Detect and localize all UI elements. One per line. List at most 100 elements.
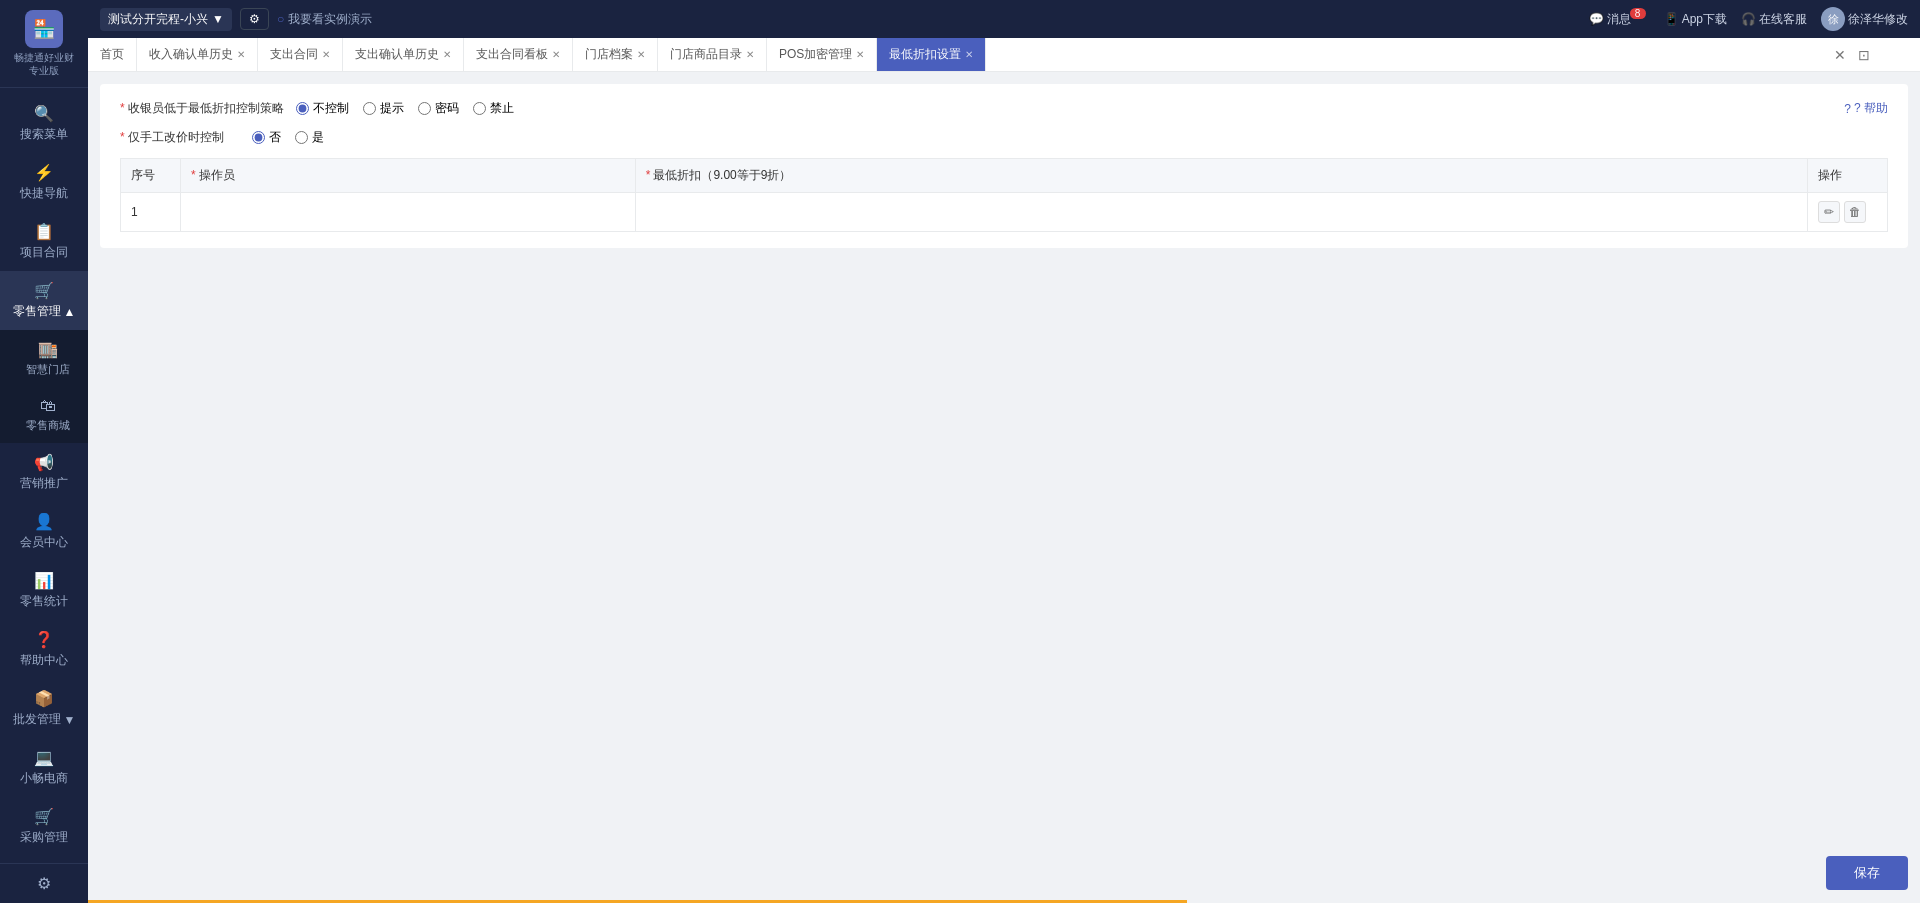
question-icon: ? [1844,102,1851,116]
sidebar-logo: 🏪 畅捷通好业财 专业版 [0,0,88,88]
sidebar-item-wholesale[interactable]: 📦 批发管理 ▼ [0,679,88,738]
sidebar-item-ecommerce[interactable]: 💻 小畅电商 [0,738,88,797]
manual-price-row: *仅手工改价时控制 否 是 [120,129,1888,146]
lightning-icon: ⚡ [34,163,54,182]
tabbar: 首页 收入确认单历史 ✕ 支出合同 ✕ 支出确认单历史 ✕ 支出合同看板 ✕ 门… [88,38,1920,72]
tab-pos-password[interactable]: POS加密管理 ✕ [767,38,877,71]
cell-seq: 1 [121,193,181,232]
radio-no-control[interactable]: 不控制 [296,100,349,117]
tab-store-file-label: 门店档案 [585,46,633,63]
topbar-settings-btn[interactable]: ⚙ [240,8,269,30]
tab-pos-password-close[interactable]: ✕ [856,49,864,60]
store-icon: 🏬 [38,340,58,359]
chevron-up-icon: ▲ [64,305,76,319]
tab-payment-contract[interactable]: 支出合同 ✕ [258,38,343,71]
topbar-right: 💬 消息 8 📱 App下载 🎧 在线客服 徐 徐泽华修改 [1589,7,1908,31]
download-icon: 📱 [1664,12,1679,26]
col-min-discount: *最低折扣（9.00等于9折） [635,159,1807,193]
save-button[interactable]: 保存 [1826,856,1908,890]
avatar: 徐 [1821,7,1845,31]
row-delete-btn[interactable]: 🗑 [1844,201,1866,223]
sidebar-item-retail-mall[interactable]: 🛍 零售商城 [0,387,88,443]
tab-store-product-label: 门店商品目录 [670,46,742,63]
online-service-btn[interactable]: 🎧 在线客服 [1741,11,1807,28]
manual-price-radio-group: 否 是 [252,129,324,146]
radio-password[interactable]: 密码 [418,100,459,117]
wholesale-icon: 📦 [34,689,54,708]
sidebar: 🏪 畅捷通好业财 专业版 🔍 搜索菜单 ⚡ 快捷导航 📋 项目合同 🛒 零售管理… [0,0,88,903]
sidebar-item-marketing[interactable]: 📢 营销推广 [0,443,88,502]
help-icon: ❓ [34,630,54,649]
sidebar-item-inventory[interactable]: 📦 库存核算 [0,856,88,863]
tab-payment-contract-close[interactable]: ✕ [322,49,330,60]
logo-icon: 🏪 [25,10,63,48]
tab-payment-confirm[interactable]: 支出确认单历史 ✕ [343,38,464,71]
sidebar-item-smart-store[interactable]: 🏬 智慧门店 [0,330,88,387]
tabbar-actions: ✕ ⊡ [1824,45,1880,65]
sidebar-item-purchase[interactable]: 🛒 采购管理 [0,797,88,856]
min-discount-card: *收银员低于最低折扣控制策略 不控制 提示 密码 [100,84,1908,248]
tab-payment-board-close[interactable]: ✕ [552,49,560,60]
tab-pos-password-label: POS加密管理 [779,46,852,63]
sidebar-bottom: ⚙ [0,863,88,903]
chart-icon: 📊 [34,571,54,590]
topbar: 测试分开完程-小兴 ▼ ⚙ ○ 我要看实例演示 💬 消息 8 📱 App下载 🎧… [88,0,1920,38]
radio-forbid[interactable]: 禁止 [473,100,514,117]
tab-min-discount-label: 最低折扣设置 [889,46,961,63]
tab-home[interactable]: 首页 [88,38,137,71]
gear-icon: ⚙ [249,12,260,26]
tab-min-discount-close[interactable]: ✕ [965,49,973,60]
message-btn[interactable]: 💬 消息 8 [1589,11,1650,28]
tab-store-file-close[interactable]: ✕ [637,49,645,60]
project-dropdown-icon: ▼ [212,12,224,26]
cell-min-discount [635,193,1807,232]
sidebar-item-member[interactable]: 👤 会员中心 [0,502,88,561]
marketing-icon: 📢 [34,453,54,472]
chevron-down-icon: ▼ [64,713,76,727]
message-icon: 💬 [1589,12,1604,26]
discount-policy-radio-group: 不控制 提示 密码 禁止 [296,100,514,117]
tab-payment-confirm-label: 支出确认单历史 [355,46,439,63]
col-seq: 序号 [121,159,181,193]
table-row: 1 ✏ 🗑 [121,193,1888,232]
play-circle-icon: ○ [277,12,284,26]
sidebar-item-search[interactable]: 🔍 搜索菜单 [0,94,88,153]
sidebar-item-retail-stat[interactable]: 📊 零售统计 [0,561,88,620]
topbar-demo-btn[interactable]: ○ 我要看实例演示 [277,11,372,28]
content-area: *收银员低于最低折扣控制策略 不控制 提示 密码 [88,72,1920,846]
tab-store-file[interactable]: 门店档案 ✕ [573,38,658,71]
row-edit-btn[interactable]: ✏ [1818,201,1840,223]
sidebar-item-help[interactable]: ❓ 帮助中心 [0,620,88,679]
cell-operator [181,193,636,232]
radio-manual-yes[interactable]: 是 [295,129,324,146]
tab-store-product[interactable]: 门店商品目录 ✕ [658,38,767,71]
tab-payment-board-label: 支出合同看板 [476,46,548,63]
cell-actions: ✏ 🗑 [1808,193,1888,232]
sidebar-item-retail[interactable]: 🛒 零售管理 ▲ [0,271,88,330]
tab-payment-contract-label: 支出合同 [270,46,318,63]
radio-remind[interactable]: 提示 [363,100,404,117]
tab-payment-confirm-close[interactable]: ✕ [443,49,451,60]
tab-close-all-btn[interactable]: ✕ [1830,45,1850,65]
tab-payment-board[interactable]: 支出合同看板 ✕ [464,38,573,71]
tab-min-discount[interactable]: 最低折扣设置 ✕ [877,38,986,71]
col-actions: 操作 [1808,159,1888,193]
operator-discount-table: 序号 *操作员 *最低折扣（9.00等于9折） 操作 1 [120,158,1888,232]
tab-income-confirm-close[interactable]: ✕ [237,49,245,60]
help-link[interactable]: ? ? 帮助 [1844,100,1888,117]
settings-gear-icon[interactable]: ⚙ [37,874,51,893]
tab-maximize-btn[interactable]: ⊡ [1854,45,1874,65]
tab-income-confirm[interactable]: 收入确认单历史 ✕ [137,38,258,71]
tab-store-product-close[interactable]: ✕ [746,49,754,60]
search-icon: 🔍 [34,104,54,123]
user-profile-btn[interactable]: 徐 徐泽华修改 [1821,7,1908,31]
member-icon: 👤 [34,512,54,531]
sidebar-item-shortcut[interactable]: ⚡ 快捷导航 [0,153,88,212]
sidebar-item-project[interactable]: 📋 项目合同 [0,212,88,271]
message-badge: 8 [1630,8,1646,19]
app-download-btn[interactable]: 📱 App下载 [1664,11,1727,28]
topbar-project-selector[interactable]: 测试分开完程-小兴 ▼ [100,8,232,31]
discount-policy-row: *收银员低于最低折扣控制策略 不控制 提示 密码 [120,100,1888,117]
radio-manual-no[interactable]: 否 [252,129,281,146]
ecommerce-icon: 💻 [34,748,54,767]
